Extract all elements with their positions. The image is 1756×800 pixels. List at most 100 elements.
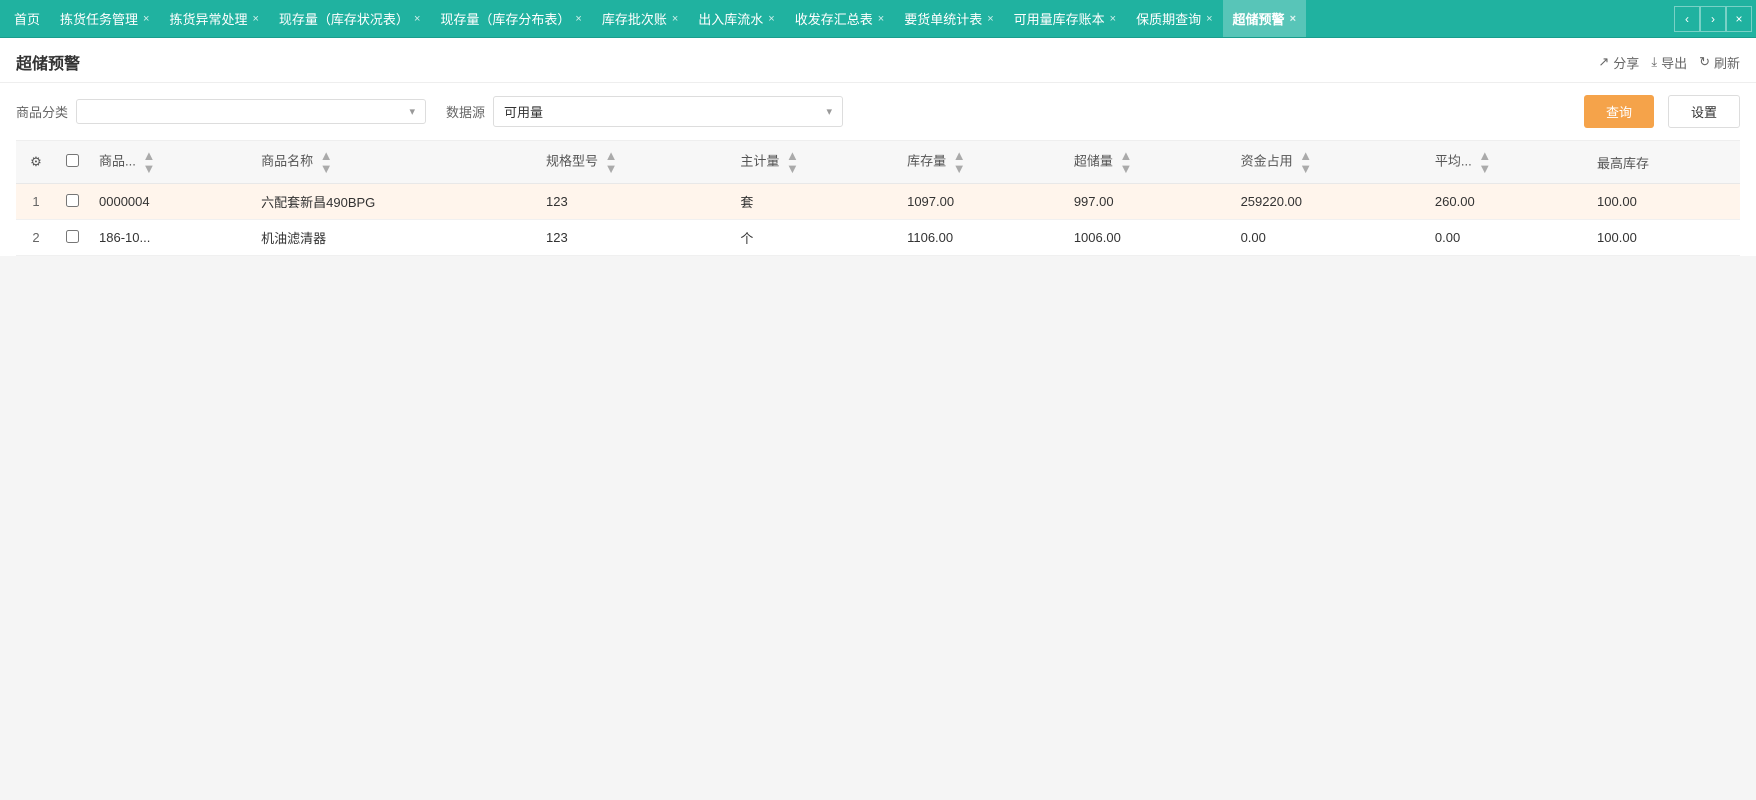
nav-item-available[interactable]: 可用量库存账本 × [1004,0,1126,38]
query-button[interactable]: 查询 [1584,95,1654,128]
unit-column-header[interactable]: 主计量 ▲▼ [730,141,897,184]
header-actions: ↗ 分享 ⤓ 导出 ↻ 刷新 [1598,53,1740,72]
stock-cell: 1097.00 [897,184,1064,220]
close-inout-icon[interactable]: × [768,13,774,25]
table-row: 2 186-10... 机油滤清器 123 个 1106.00 1006.00 … [16,220,1740,256]
category-filter-group: 商品分类 ▾ [16,99,426,124]
close-expiry-icon[interactable]: × [1206,13,1212,25]
filter-row: 商品分类 ▾ 数据源 可用量 ▾ 查询 设置 [0,83,1756,140]
sort-arrows-avg: ▲▼ [1478,149,1491,175]
nav-item-expiry[interactable]: 保质期查询 × [1126,0,1222,38]
nav-prev-button[interactable]: ‹ [1674,6,1700,32]
nav-item-collect[interactable]: 收发存汇总表 × [785,0,894,38]
chevron-down-icon: ▾ [409,105,415,118]
refresh-icon: ↻ [1699,54,1710,70]
close-available-icon[interactable]: × [1110,13,1116,25]
nav-item-inventory-dist[interactable]: 现存量（库存分布表） × [430,0,591,38]
page-header: 超储预警 ↗ 分享 ⤓ 导出 ↻ 刷新 [0,38,1756,83]
product-code-cell: 0000004 [89,184,251,220]
max-stock-column-header[interactable]: 最高库存 [1587,141,1740,184]
share-icon: ↗ [1598,54,1609,70]
product-name-column-header[interactable]: 商品名称 ▲▼ [251,141,536,184]
data-table: ⚙ 商品... ▲▼ 商品名称 ▲▼ 规格型号 ▲▼ [16,140,1740,256]
row-checkbox[interactable] [66,230,79,243]
product-code-column-header[interactable]: 商品... ▲▼ [89,141,251,184]
row-checkbox-cell[interactable] [56,184,89,220]
chevron-down-icon-2: ▾ [827,105,833,118]
unit-cell: 套 [730,184,897,220]
nav-item-overstock[interactable]: 超储预警 × [1223,0,1306,38]
checkbox-column-header [56,141,89,184]
export-button[interactable]: ⤓ 导出 [1651,53,1687,72]
max-stock-cell: 100.00 [1587,220,1740,256]
close-batch-icon[interactable]: × [672,13,678,25]
overstock-cell: 1006.00 [1064,220,1231,256]
nav-item-home[interactable]: 首页 [4,0,50,38]
select-all-checkbox[interactable] [66,154,79,167]
nav-item-order-stat[interactable]: 要货单统计表 × [894,0,1003,38]
close-abnormal-icon[interactable]: × [252,13,258,25]
sort-arrows-product-code: ▲▼ [142,149,155,175]
product-name-cell: 六配套新昌490BPG [251,184,536,220]
stock-cell: 1106.00 [897,220,1064,256]
unit-cell: 个 [730,220,897,256]
datasource-select-value: 可用量 [504,102,543,121]
nav-item-inout[interactable]: 出入库流水 × [688,0,784,38]
category-label: 商品分类 [16,102,68,121]
datasource-select[interactable]: 可用量 ▾ [493,96,843,127]
table-row: 1 0000004 六配套新昌490BPG 123 套 1097.00 997.… [16,184,1740,220]
close-inventory-dist-icon[interactable]: × [575,13,581,25]
nav-arrows: ‹ › × [1674,6,1752,32]
avg-cell: 0.00 [1425,220,1587,256]
capital-column-header[interactable]: 资金占用 ▲▼ [1231,141,1425,184]
max-stock-cell: 100.00 [1587,184,1740,220]
row-num-cell: 2 [16,220,56,256]
datasource-label: 数据源 [446,102,485,121]
settings-button[interactable]: 设置 [1668,95,1740,128]
nav-close-button[interactable]: × [1726,6,1752,32]
product-code-cell: 186-10... [89,220,251,256]
row-num-cell: 1 [16,184,56,220]
top-navigation: 首页 拣货任务管理 × 拣货异常处理 × 现存量（库存状况表） × 现存量（库存… [0,0,1756,38]
category-select[interactable]: ▾ [76,99,426,124]
product-name-cell: 机油滤清器 [251,220,536,256]
spec-cell: 123 [536,184,730,220]
filter-actions: 查询 设置 [1584,95,1740,128]
overstock-cell: 997.00 [1064,184,1231,220]
close-inventory-status-icon[interactable]: × [414,13,420,25]
refresh-button[interactable]: ↻ 刷新 [1699,53,1740,72]
datasource-filter-group: 数据源 可用量 ▾ [446,96,843,127]
close-order-stat-icon[interactable]: × [987,13,993,25]
row-checkbox-cell[interactable] [56,220,89,256]
nav-item-abnormal[interactable]: 拣货异常处理 × [159,0,268,38]
share-button[interactable]: ↗ 分享 [1598,53,1639,72]
table-header-row: ⚙ 商品... ▲▼ 商品名称 ▲▼ 规格型号 ▲▼ [16,141,1740,184]
sort-arrows-spec: ▲▼ [605,149,618,175]
capital-cell: 0.00 [1231,220,1425,256]
close-task-icon[interactable]: × [143,13,149,25]
gear-icon[interactable]: ⚙ [30,154,42,169]
data-table-wrap: ⚙ 商品... ▲▼ 商品名称 ▲▼ 规格型号 ▲▼ [0,140,1756,256]
avg-column-header[interactable]: 平均... ▲▼ [1425,141,1587,184]
stock-column-header[interactable]: 库存量 ▲▼ [897,141,1064,184]
gear-column-header: ⚙ [16,141,56,184]
spec-column-header[interactable]: 规格型号 ▲▼ [536,141,730,184]
nav-next-button[interactable]: › [1700,6,1726,32]
sort-arrows-capital: ▲▼ [1299,149,1312,175]
nav-item-task[interactable]: 拣货任务管理 × [50,0,159,38]
close-collect-icon[interactable]: × [878,13,884,25]
sort-arrows-product-name: ▲▼ [320,149,333,175]
page-title: 超储预警 [16,50,80,74]
row-checkbox[interactable] [66,194,79,207]
spec-cell: 123 [536,220,730,256]
nav-item-batch[interactable]: 库存批次账 × [592,0,688,38]
nav-item-inventory-status[interactable]: 现存量（库存状况表） × [269,0,430,38]
page-content: 超储预警 ↗ 分享 ⤓ 导出 ↻ 刷新 商品分类 ▾ 数据源 [0,38,1756,256]
sort-arrows-unit: ▲▼ [786,149,799,175]
sort-arrows-overstock: ▲▼ [1119,149,1132,175]
overstock-column-header[interactable]: 超储量 ▲▼ [1064,141,1231,184]
export-icon: ⤓ [1651,54,1657,70]
sort-arrows-stock: ▲▼ [953,149,966,175]
close-overstock-icon[interactable]: × [1290,13,1296,25]
avg-cell: 260.00 [1425,184,1587,220]
